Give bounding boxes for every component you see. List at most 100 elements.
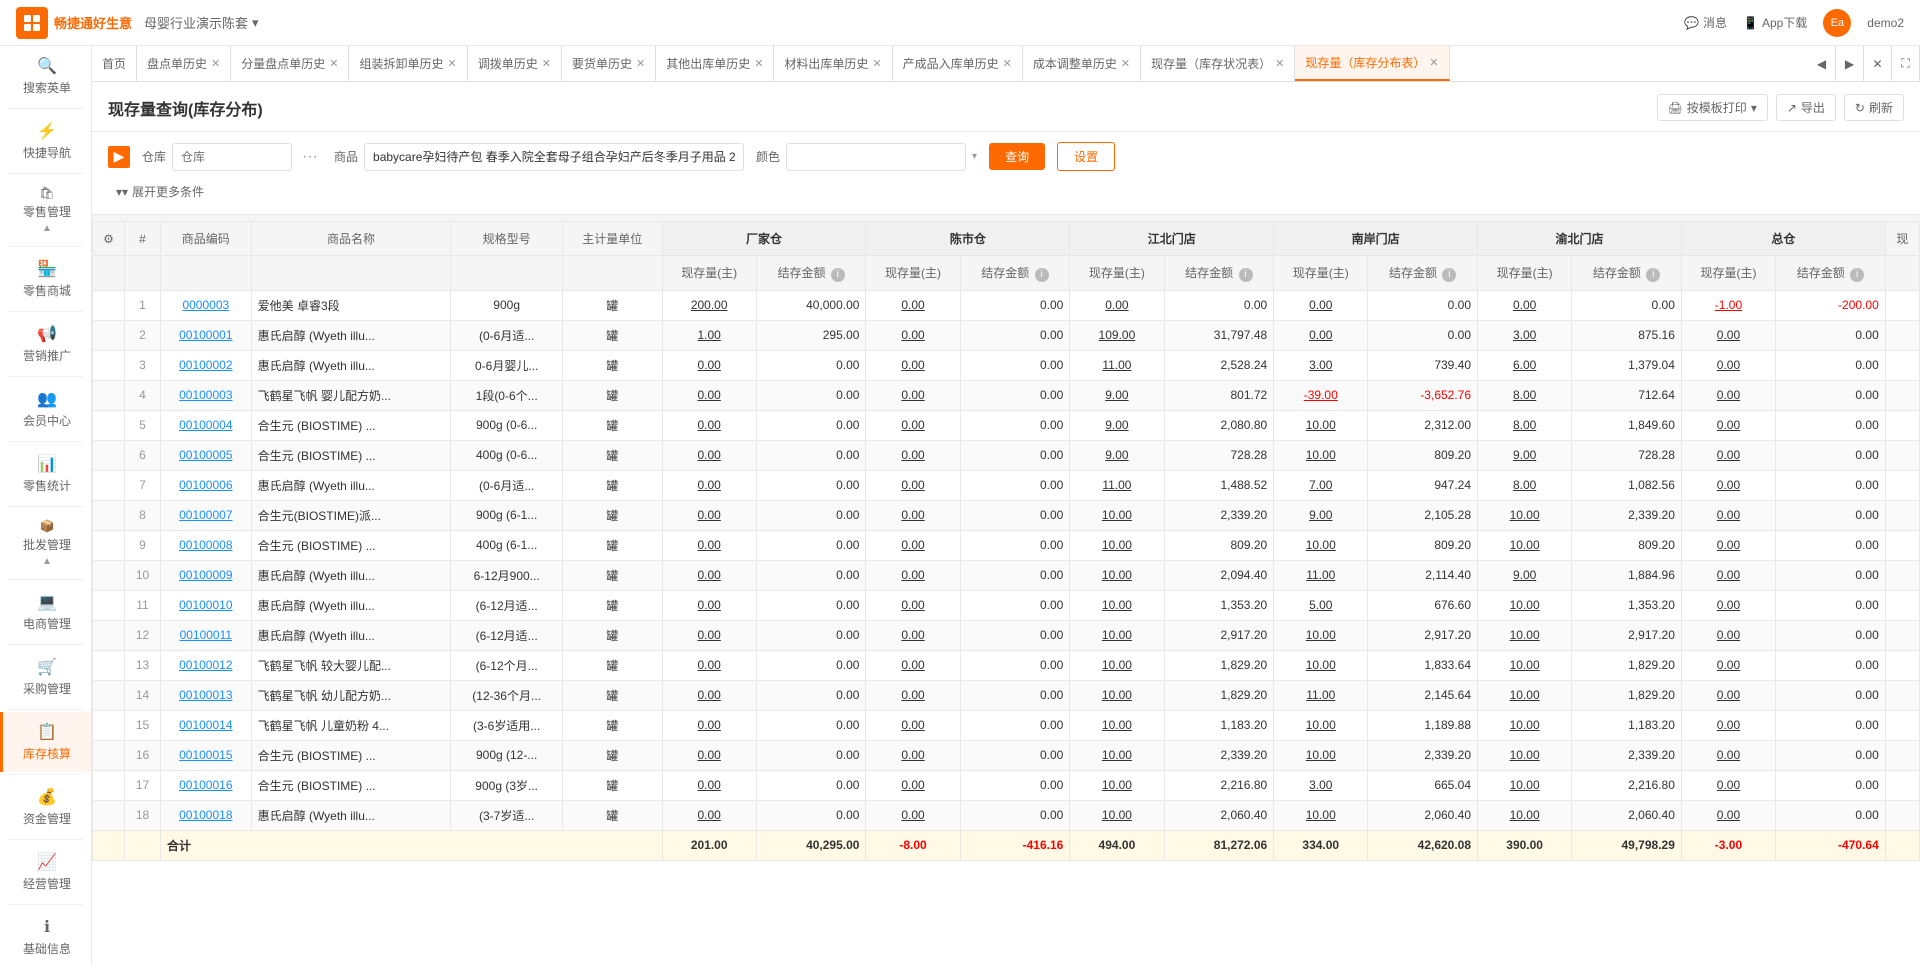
row-yubeimen-qty[interactable]: 9.00 — [1478, 560, 1572, 590]
sidebar-item-基础信息[interactable]: ℹ基础信息 — [0, 907, 91, 965]
row-factory-qty[interactable]: 0.00 — [662, 560, 756, 590]
sidebar-item-零售商城[interactable]: 🏪零售商城 — [0, 249, 91, 309]
row-factory-qty[interactable]: 0.00 — [662, 350, 756, 380]
yubeimen-info-icon[interactable]: i — [1646, 268, 1660, 282]
row-nanan-qty[interactable]: 10.00 — [1274, 620, 1368, 650]
row-factory-qty[interactable]: 0.00 — [662, 770, 756, 800]
app-download-btn[interactable]: 📱 App下载 — [1743, 14, 1807, 31]
row-settings[interactable] — [93, 680, 125, 710]
row-jiangbei-qty[interactable]: 10.00 — [1070, 590, 1164, 620]
row-chenshi-qty[interactable]: 0.00 — [866, 290, 960, 320]
tab-close-btn[interactable]: ✕ — [211, 57, 220, 70]
row-nanan-qty[interactable]: 10.00 — [1274, 800, 1368, 830]
row-jiangbei-qty[interactable]: 10.00 — [1070, 500, 1164, 530]
row-yubeimen-qty[interactable]: 10.00 — [1478, 500, 1572, 530]
row-settings[interactable] — [93, 350, 125, 380]
sidebar-item-零售管理[interactable]: 🛍零售管理▲ — [0, 176, 91, 244]
sidebar-item-营销推广[interactable]: 📢营销推广 — [0, 314, 91, 374]
sidebar-item-零售统计[interactable]: 📊零售统计 — [0, 444, 91, 504]
tab-[interactable]: 要货单历史✕ — [562, 46, 656, 81]
tab-prev-btn[interactable]: ◀ — [1808, 46, 1836, 81]
row-total-qty[interactable]: -1.00 — [1681, 290, 1775, 320]
row-jiangbei-qty[interactable]: 9.00 — [1070, 410, 1164, 440]
sidebar-item-电商管理[interactable]: 💻电商管理 — [0, 582, 91, 642]
sidebar-item-批发管理[interactable]: 📦批发管理▲ — [0, 509, 91, 577]
total-info-icon[interactable]: i — [1850, 268, 1864, 282]
row-factory-qty[interactable]: 0.00 — [662, 710, 756, 740]
tab-close-btn[interactable]: ✕ — [872, 57, 881, 70]
row-nanan-qty[interactable]: 10.00 — [1274, 410, 1368, 440]
tab-close-btn[interactable]: ✕ — [1429, 56, 1438, 69]
row-total-qty[interactable]: 0.00 — [1681, 470, 1775, 500]
row-total-qty[interactable]: 0.00 — [1681, 740, 1775, 770]
sidebar-item-库存核算[interactable]: 📋库存核算 — [0, 712, 91, 772]
export-btn[interactable]: ↗ 导出 — [1776, 94, 1836, 121]
row-code[interactable]: 00100005 — [161, 440, 252, 470]
row-chenshi-qty[interactable]: 0.00 — [866, 680, 960, 710]
tab-[interactable]: 成本调整单历史✕ — [1023, 46, 1141, 81]
row-yubeimen-qty[interactable]: 0.00 — [1478, 290, 1572, 320]
avatar[interactable]: Ea — [1823, 9, 1851, 37]
row-yubeimen-qty[interactable]: 10.00 — [1478, 620, 1572, 650]
row-factory-qty[interactable]: 0.00 — [662, 800, 756, 830]
row-code[interactable]: 00100009 — [161, 560, 252, 590]
row-yubeimen-qty[interactable]: 10.00 — [1478, 680, 1572, 710]
expand-conditions-btn[interactable]: ▾▾ 展开更多条件 — [108, 179, 1904, 204]
row-chenshi-qty[interactable]: 0.00 — [866, 560, 960, 590]
row-factory-qty[interactable]: 0.00 — [662, 590, 756, 620]
row-total-qty[interactable]: 0.00 — [1681, 620, 1775, 650]
row-nanan-qty[interactable]: 5.00 — [1274, 590, 1368, 620]
row-yubeimen-qty[interactable]: 8.00 — [1478, 380, 1572, 410]
print-btn[interactable]: 🖨 按模板打印 ▾ — [1657, 94, 1768, 121]
settings-col-header[interactable]: ⚙ — [93, 222, 125, 256]
row-code[interactable]: 00100006 — [161, 470, 252, 500]
row-settings[interactable] — [93, 770, 125, 800]
row-nanan-qty[interactable]: 11.00 — [1274, 560, 1368, 590]
row-jiangbei-qty[interactable]: 10.00 — [1070, 650, 1164, 680]
row-code[interactable]: 00100016 — [161, 770, 252, 800]
row-total-qty[interactable]: 0.00 — [1681, 410, 1775, 440]
row-jiangbei-qty[interactable]: 10.00 — [1070, 800, 1164, 830]
company-selector[interactable]: 母婴行业演示陈套 ▾ — [144, 13, 259, 32]
row-chenshi-qty[interactable]: 0.00 — [866, 650, 960, 680]
row-code[interactable]: 00100015 — [161, 740, 252, 770]
row-yubeimen-qty[interactable]: 10.00 — [1478, 530, 1572, 560]
row-nanan-qty[interactable]: 10.00 — [1274, 530, 1368, 560]
row-total-qty[interactable]: 0.00 — [1681, 530, 1775, 560]
sidebar-item-经营管理[interactable]: 📈经营管理 — [0, 842, 91, 902]
row-yubeimen-qty[interactable]: 8.00 — [1478, 470, 1572, 500]
factory-info-icon[interactable]: i — [831, 268, 845, 282]
row-jiangbei-qty[interactable]: 10.00 — [1070, 680, 1164, 710]
row-settings[interactable] — [93, 380, 125, 410]
row-jiangbei-qty[interactable]: 109.00 — [1070, 320, 1164, 350]
row-nanan-qty[interactable]: 0.00 — [1274, 290, 1368, 320]
nanan-info-icon[interactable]: i — [1442, 268, 1456, 282]
row-code[interactable]: 00100003 — [161, 380, 252, 410]
row-settings[interactable] — [93, 290, 125, 320]
row-total-qty[interactable]: 0.00 — [1681, 680, 1775, 710]
row-factory-qty[interactable]: 0.00 — [662, 620, 756, 650]
sidebar-item-资金管理[interactable]: 💰资金管理 — [0, 777, 91, 837]
row-settings[interactable] — [93, 710, 125, 740]
row-chenshi-qty[interactable]: 0.00 — [866, 470, 960, 500]
tab-close-btn[interactable]: ✕ — [1121, 57, 1130, 70]
row-jiangbei-qty[interactable]: 10.00 — [1070, 710, 1164, 740]
row-factory-qty[interactable]: 0.00 — [662, 650, 756, 680]
row-total-qty[interactable]: 0.00 — [1681, 770, 1775, 800]
row-code[interactable]: 00100018 — [161, 800, 252, 830]
row-total-qty[interactable]: 0.00 — [1681, 380, 1775, 410]
row-yubeimen-qty[interactable]: 8.00 — [1478, 410, 1572, 440]
messages-btn[interactable]: 💬 消息 — [1684, 14, 1727, 31]
row-factory-qty[interactable]: 200.00 — [662, 290, 756, 320]
row-settings[interactable] — [93, 560, 125, 590]
row-nanan-qty[interactable]: 10.00 — [1274, 440, 1368, 470]
row-nanan-qty[interactable]: 7.00 — [1274, 470, 1368, 500]
row-nanan-qty[interactable]: 11.00 — [1274, 680, 1368, 710]
row-yubeimen-qty[interactable]: 10.00 — [1478, 650, 1572, 680]
query-btn[interactable]: 查询 — [989, 143, 1045, 170]
settings-btn[interactable]: 设置 — [1057, 142, 1115, 171]
warehouse-dots[interactable]: ··· — [298, 148, 322, 166]
color-input[interactable] — [786, 143, 966, 171]
row-nanan-qty[interactable]: 9.00 — [1274, 500, 1368, 530]
row-jiangbei-qty[interactable]: 10.00 — [1070, 620, 1164, 650]
